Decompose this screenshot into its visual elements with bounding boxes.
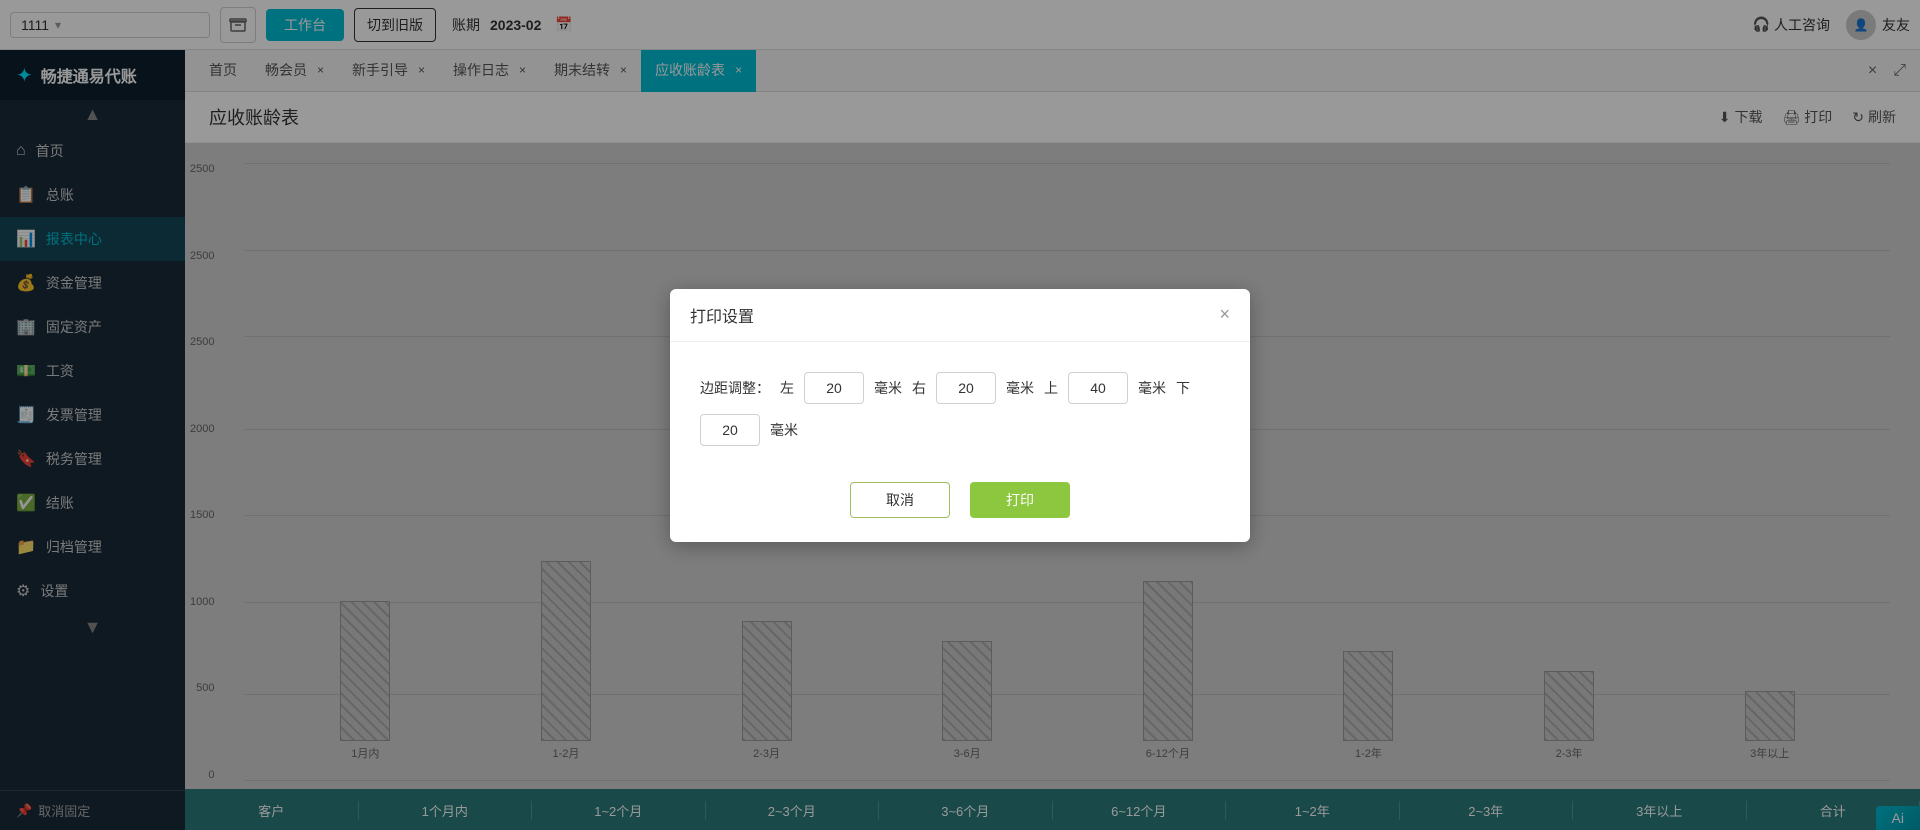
right-unit: 毫米 (1006, 378, 1034, 398)
left-margin-input[interactable] (804, 372, 864, 404)
margin-adjust-label: 边距调整： (700, 378, 770, 398)
dialog-overlay: 打印设置 × 边距调整： 左 毫米 右 毫米 上 毫米 下 毫米 取消 打印 (0, 0, 1920, 830)
top-margin-input[interactable] (1068, 372, 1128, 404)
dialog-header: 打印设置 × (670, 289, 1250, 342)
dialog-title: 打印设置 (690, 303, 754, 327)
print-settings-dialog: 打印设置 × 边距调整： 左 毫米 右 毫米 上 毫米 下 毫米 取消 打印 (670, 289, 1250, 542)
margin-row: 边距调整： 左 毫米 右 毫米 上 毫米 下 毫米 (700, 372, 1220, 446)
right-label: 右 (912, 378, 926, 398)
dialog-close-button[interactable]: × (1219, 304, 1230, 325)
print-confirm-button[interactable]: 打印 (970, 482, 1070, 518)
dialog-body: 边距调整： 左 毫米 右 毫米 上 毫米 下 毫米 (670, 342, 1250, 466)
top-unit: 毫米 (1138, 378, 1166, 398)
cancel-button[interactable]: 取消 (850, 482, 950, 518)
bottom-label: 下 (1176, 378, 1190, 398)
left-unit: 毫米 (874, 378, 902, 398)
bottom-margin-input[interactable] (700, 414, 760, 446)
top-label: 上 (1044, 378, 1058, 398)
right-margin-input[interactable] (936, 372, 996, 404)
dialog-footer: 取消 打印 (670, 466, 1250, 542)
bottom-unit: 毫米 (770, 420, 798, 440)
left-label: 左 (780, 378, 794, 398)
